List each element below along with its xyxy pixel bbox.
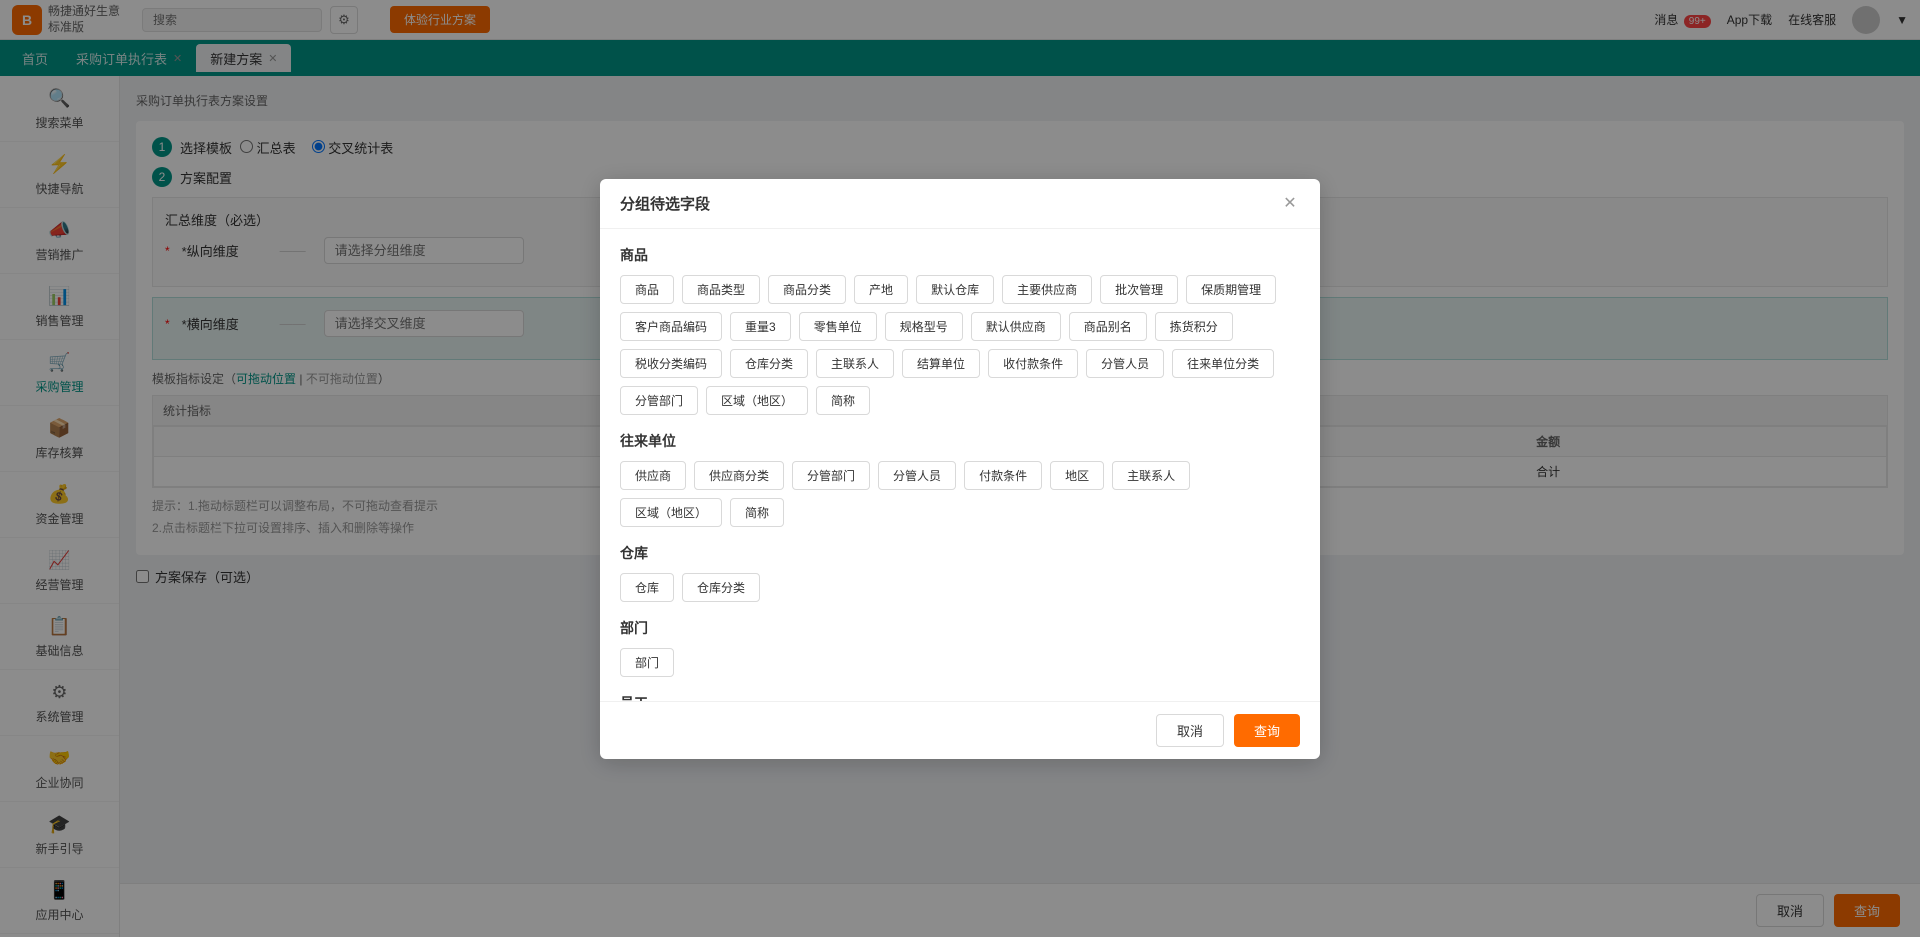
- field-tag-2-0[interactable]: 仓库: [620, 573, 674, 602]
- field-tag-0-9[interactable]: 重量3: [730, 312, 791, 341]
- modal: 分组待选字段 ✕ 商品商品商品类型商品分类产地默认仓库主要供应商批次管理保质期管…: [600, 179, 1320, 759]
- modal-footer: 取消 查询: [600, 701, 1320, 759]
- field-tag-0-13[interactable]: 商品别名: [1069, 312, 1147, 341]
- field-section-0: 商品商品商品类型商品分类产地默认仓库主要供应商批次管理保质期管理客户商品编码重量…: [620, 245, 1300, 415]
- field-tags-0: 商品商品类型商品分类产地默认仓库主要供应商批次管理保质期管理客户商品编码重量3 零…: [620, 275, 1300, 415]
- field-tags-1: 供应商供应商分类分管部门分管人员付款条件地区主联系人区域（地区） 简称: [620, 461, 1300, 527]
- field-tag-0-3[interactable]: 产地: [854, 275, 908, 304]
- field-tag-1-1[interactable]: 供应商分类: [694, 461, 784, 490]
- field-tag-1-8[interactable]: 简称: [730, 498, 784, 527]
- field-tag-0-4[interactable]: 默认仓库: [916, 275, 994, 304]
- field-tags-3: 部门: [620, 648, 1300, 677]
- modal-cancel-btn[interactable]: 取消: [1156, 714, 1224, 747]
- field-section-3: 部门部门: [620, 618, 1300, 677]
- field-tag-0-6[interactable]: 批次管理: [1100, 275, 1178, 304]
- field-tags-2: 仓库仓库分类: [620, 573, 1300, 602]
- field-tag-1-7[interactable]: 区域（地区）: [620, 498, 722, 527]
- field-tag-0-1[interactable]: 商品类型: [682, 275, 760, 304]
- field-section-title-0: 商品: [620, 245, 1300, 265]
- modal-header: 分组待选字段 ✕: [600, 179, 1320, 229]
- field-tag-2-1[interactable]: 仓库分类: [682, 573, 760, 602]
- field-tag-1-3[interactable]: 分管人员: [878, 461, 956, 490]
- field-tag-0-16[interactable]: 仓库分类: [730, 349, 808, 378]
- field-section-1: 往来单位供应商供应商分类分管部门分管人员付款条件地区主联系人区域（地区） 简称: [620, 431, 1300, 527]
- field-section-title-3: 部门: [620, 618, 1300, 638]
- modal-close-btn[interactable]: ✕: [1280, 193, 1300, 213]
- field-tag-1-2[interactable]: 分管部门: [792, 461, 870, 490]
- field-tag-0-7[interactable]: 保质期管理: [1186, 275, 1276, 304]
- field-tag-0-22[interactable]: 分管部门: [620, 386, 698, 415]
- field-tag-0-10[interactable]: 零售单位: [799, 312, 877, 341]
- field-tag-1-4[interactable]: 付款条件: [964, 461, 1042, 490]
- modal-body: 商品商品商品类型商品分类产地默认仓库主要供应商批次管理保质期管理客户商品编码重量…: [600, 229, 1320, 701]
- field-tag-1-6[interactable]: 主联系人: [1112, 461, 1190, 490]
- field-tag-0-20[interactable]: 分管人员: [1086, 349, 1164, 378]
- field-tag-0-12[interactable]: 默认供应商: [971, 312, 1061, 341]
- field-tag-0-2[interactable]: 商品分类: [768, 275, 846, 304]
- modal-confirm-btn[interactable]: 查询: [1234, 714, 1300, 747]
- field-tag-0-19[interactable]: 收付款条件: [988, 349, 1078, 378]
- field-tag-0-17[interactable]: 主联系人: [816, 349, 894, 378]
- field-tag-0-11[interactable]: 规格型号: [885, 312, 963, 341]
- field-tag-0-18[interactable]: 结算单位: [902, 349, 980, 378]
- field-tag-0-21[interactable]: 往来单位分类: [1172, 349, 1274, 378]
- field-tag-0-5[interactable]: 主要供应商: [1002, 275, 1092, 304]
- field-tag-0-0[interactable]: 商品: [620, 275, 674, 304]
- field-tag-1-5[interactable]: 地区: [1050, 461, 1104, 490]
- field-tag-0-15[interactable]: 税收分类编码: [620, 349, 722, 378]
- field-section-title-4: 员工: [620, 693, 1300, 701]
- field-section-2: 仓库仓库仓库分类: [620, 543, 1300, 602]
- modal-title: 分组待选字段: [620, 193, 710, 214]
- field-tag-3-0[interactable]: 部门: [620, 648, 674, 677]
- field-tag-0-8[interactable]: 客户商品编码: [620, 312, 722, 341]
- field-tag-0-14[interactable]: 拣货积分: [1155, 312, 1233, 341]
- modal-overlay: 分组待选字段 ✕ 商品商品商品类型商品分类产地默认仓库主要供应商批次管理保质期管…: [0, 0, 1920, 937]
- field-section-title-1: 往来单位: [620, 431, 1300, 451]
- field-tag-1-0[interactable]: 供应商: [620, 461, 686, 490]
- field-section-4: 员工业务员: [620, 693, 1300, 701]
- field-section-title-2: 仓库: [620, 543, 1300, 563]
- field-tag-0-23[interactable]: 区域（地区）: [706, 386, 808, 415]
- field-tag-0-24[interactable]: 简称: [816, 386, 870, 415]
